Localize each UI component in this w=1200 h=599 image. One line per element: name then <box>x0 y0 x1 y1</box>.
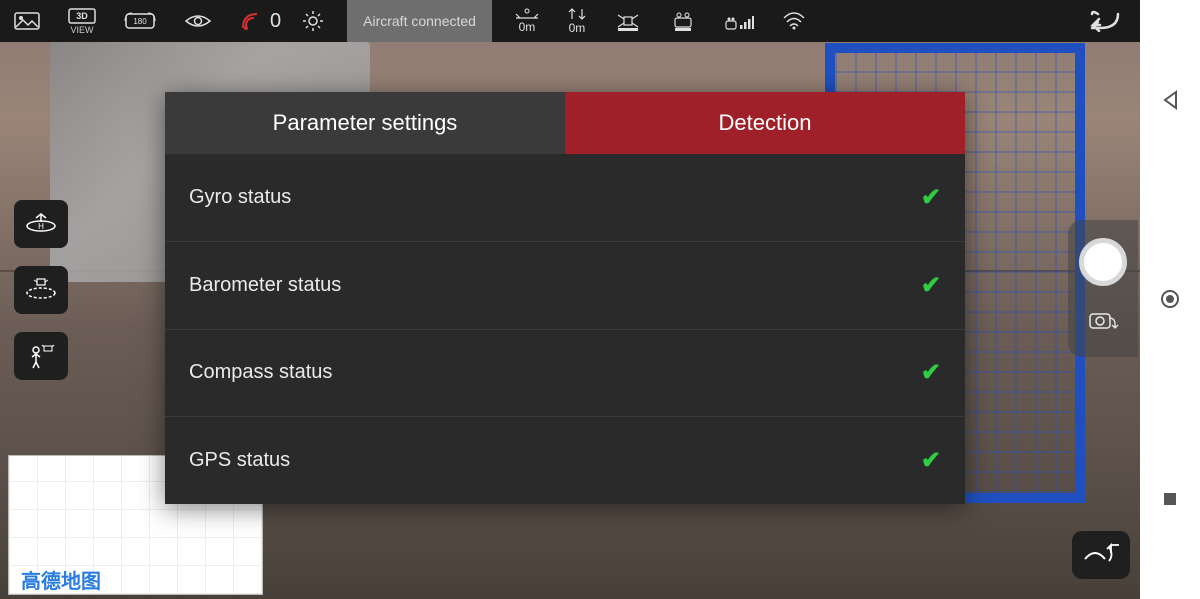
svg-text:H: H <box>38 222 44 231</box>
orbit-mode-button[interactable]: H <box>14 200 68 248</box>
system-nav-bar <box>1140 0 1200 599</box>
follow-me-button[interactable] <box>14 332 68 380</box>
battery-controller-icon <box>656 0 710 42</box>
satellite-indicator <box>226 0 266 42</box>
distance-indicator: 0m <box>500 0 554 42</box>
connection-status: Aircraft connected <box>347 0 492 42</box>
back-button[interactable] <box>1076 0 1140 42</box>
settings-button[interactable] <box>281 0 339 42</box>
tab-detection[interactable]: Detection <box>565 92 965 154</box>
eye-visibility-button[interactable] <box>170 0 226 42</box>
top-status-bar: 3D VIEW 180 0 Aircraft connected 0m 0m <box>0 0 1140 42</box>
status-label: GPS status <box>189 449 290 472</box>
satellite-count: 0 <box>270 10 281 33</box>
svg-text:3D: 3D <box>76 11 88 21</box>
status-label: Gyro status <box>189 186 291 209</box>
left-tool-panel: H <box>14 200 68 380</box>
system-back-button[interactable] <box>1158 88 1182 112</box>
check-icon: ✔ <box>921 183 941 212</box>
modal-tabs: Parameter settings Detection <box>165 92 965 154</box>
switch-camera-button[interactable] <box>1086 308 1120 339</box>
camera-tool-panel <box>1068 220 1138 357</box>
gallery-button[interactable] <box>0 0 54 42</box>
shutter-button[interactable] <box>1079 238 1127 286</box>
status-label: Compass status <box>189 361 332 384</box>
rc-signal-icon <box>710 0 768 42</box>
system-recents-button[interactable] <box>1158 487 1182 511</box>
vr-180-button[interactable]: 180 <box>110 0 170 42</box>
wifi-signal-icon <box>768 0 820 42</box>
check-icon: ✔ <box>921 271 941 300</box>
battery-drone-icon <box>600 0 656 42</box>
status-row-compass: Compass status ✔ <box>165 329 965 417</box>
circle-mode-button[interactable] <box>14 266 68 314</box>
detection-modal: Parameter settings Detection Gyro status… <box>165 92 965 504</box>
status-row-barometer: Barometer status ✔ <box>165 241 965 329</box>
gesture-control-button[interactable] <box>1072 531 1130 579</box>
svg-text:180: 180 <box>133 17 147 26</box>
system-home-button[interactable] <box>1158 287 1182 311</box>
map-provider-label: 高德地图 <box>21 565 101 594</box>
status-row-gyro: Gyro status ✔ <box>165 154 965 241</box>
view-label: VIEW <box>70 25 93 35</box>
tab-parameter-settings[interactable]: Parameter settings <box>165 92 565 154</box>
3d-view-button[interactable]: 3D VIEW <box>54 0 110 42</box>
status-label: Barometer status <box>189 274 341 297</box>
altitude-indicator: 0m <box>554 0 600 42</box>
status-row-gps: GPS status ✔ <box>165 416 965 504</box>
check-icon: ✔ <box>921 358 941 387</box>
check-icon: ✔ <box>921 446 941 475</box>
modal-body: Gyro status ✔ Barometer status ✔ Compass… <box>165 154 965 504</box>
